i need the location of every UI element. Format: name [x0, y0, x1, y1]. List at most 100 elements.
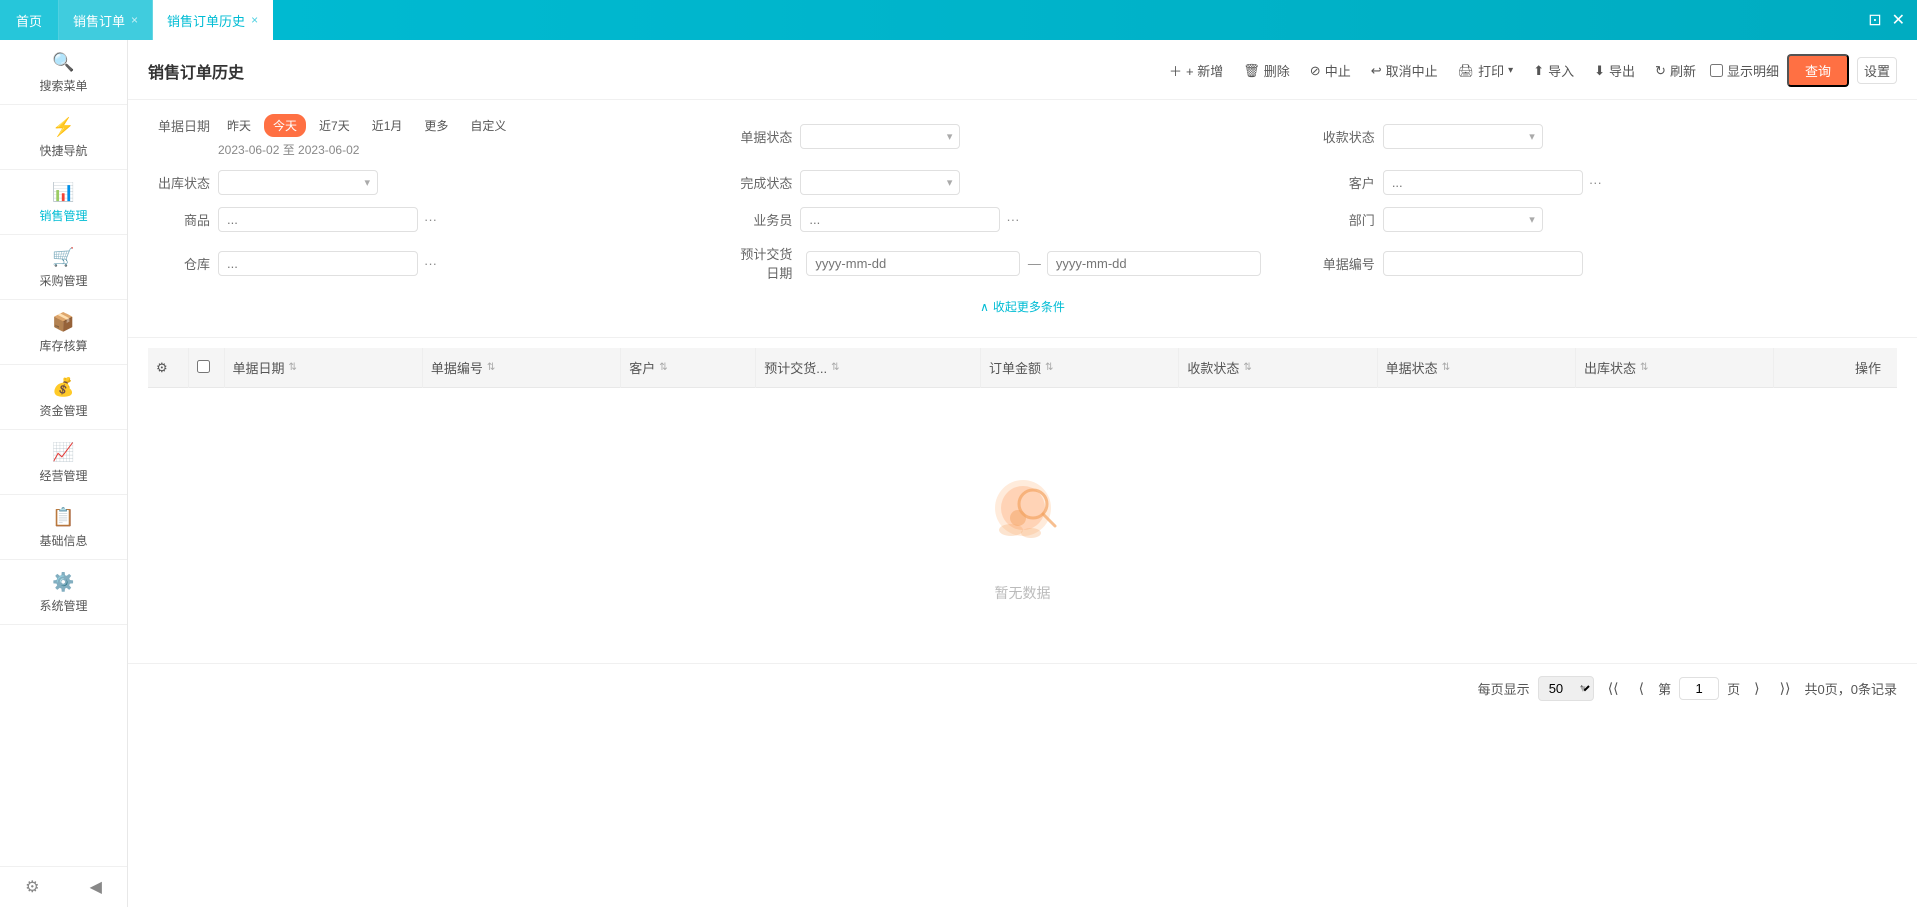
sidebar-item-finance[interactable]: 💰 资金管理: [0, 365, 127, 430]
tab-sales-order-history[interactable]: 销售订单历史 ×: [153, 0, 273, 40]
department-select-wrapper: [1383, 207, 1543, 232]
collapse-bar[interactable]: ∧ 收起更多条件: [148, 294, 1897, 323]
sidebar-item-basic-info-label: 基础信息: [39, 532, 87, 549]
col-date[interactable]: 单据日期 ⇅: [224, 348, 422, 388]
date-btn-7days[interactable]: 近7天: [310, 114, 359, 137]
sidebar-item-sys-mgmt[interactable]: ⚙️ 系统管理: [0, 560, 127, 625]
page-title: 销售订单历史: [148, 59, 244, 83]
filter-row-4: 仓库 ··· 预计交货日期 📅 — 📅: [148, 244, 1897, 282]
query-button[interactable]: 查询: [1787, 54, 1849, 87]
sidebar: 🔍 搜索菜单 ⚡ 快捷导航 📊 销售管理 🛒 采购管理 📦 库存核算 💰 资金管…: [0, 40, 128, 907]
tab-sales-order-history-close[interactable]: ×: [251, 13, 258, 27]
col-customer[interactable]: 客户 ⇅: [621, 348, 756, 388]
pagination-bar: 每页显示 10 20 50 100 ⟨⟨ ⟨ 第 页 ⟩ ⟩⟩ 共0页，0条记录: [128, 663, 1917, 713]
data-table: ⚙ 单据日期 ⇅: [148, 348, 1897, 643]
per-page-select[interactable]: 10 20 50 100: [1538, 676, 1594, 701]
new-button[interactable]: ＋ + 新增: [1163, 58, 1229, 83]
col-settings-icon[interactable]: ⚙: [156, 360, 168, 375]
col-date-sort-icon: ⇅: [289, 362, 297, 373]
first-page-btn[interactable]: ⟨⟨: [1602, 678, 1625, 699]
finance-icon: 💰: [52, 377, 74, 398]
print-dropdown-icon: ▾: [1508, 65, 1513, 76]
customer-more-btn[interactable]: ···: [1583, 173, 1608, 192]
salesperson-more-btn[interactable]: ···: [1000, 210, 1025, 229]
col-doc-status[interactable]: 单据状态 ⇅: [1377, 348, 1575, 388]
date-btn-today[interactable]: 今天: [264, 114, 306, 137]
col-amount[interactable]: 订单金额 ⇅: [980, 348, 1178, 388]
warehouse-input[interactable]: [218, 251, 418, 276]
import-button[interactable]: ⬆ 导入: [1527, 58, 1580, 83]
out-status-select[interactable]: [218, 170, 378, 195]
doc-status-select-wrapper: [800, 124, 960, 149]
window-restore[interactable]: ⊡: [1868, 10, 1881, 30]
top-bar: 首页 销售订单 × 销售订单历史 × OfTEn ⊡ ✕: [0, 0, 1917, 40]
tab-sales-order[interactable]: 销售订单 ×: [59, 0, 153, 40]
export-button[interactable]: ⬇ 导出: [1588, 58, 1641, 83]
empty-row: 暂无数据: [148, 388, 1897, 644]
sidebar-item-search-menu[interactable]: 🔍 搜索菜单: [0, 40, 127, 105]
prev-page-btn[interactable]: ⟨: [1633, 678, 1650, 699]
customer-input[interactable]: [1383, 170, 1583, 195]
date-btn-1month[interactable]: 近1月: [363, 114, 412, 137]
payment-status-select[interactable]: [1383, 124, 1543, 149]
sidebar-settings-icon[interactable]: ⚙: [25, 877, 39, 897]
salesperson-input[interactable]: [800, 207, 1000, 232]
cancel-stop-button[interactable]: ↩ 取消中止: [1365, 58, 1444, 83]
col-amount-label: 订单金额: [989, 358, 1041, 377]
col-customer-sort-icon: ⇅: [659, 362, 667, 373]
sidebar-item-inventory[interactable]: 📦 库存核算: [0, 300, 127, 365]
complete-status-select[interactable]: [800, 170, 960, 195]
delete-button[interactable]: 🗑 删除: [1237, 58, 1296, 83]
tab-home[interactable]: 首页: [0, 0, 59, 40]
doc-status-select[interactable]: [800, 124, 960, 149]
stop-button[interactable]: ⊘ 中止: [1304, 58, 1357, 83]
last-page-btn[interactable]: ⟩⟩: [1774, 678, 1797, 699]
quick-nav-icon: ⚡: [52, 117, 74, 138]
delivery-date-end[interactable]: [1047, 251, 1261, 276]
sidebar-item-sys-mgmt-label: 系统管理: [39, 597, 87, 614]
product-more-btn[interactable]: ···: [418, 210, 443, 229]
delivery-date-start[interactable]: [806, 251, 1020, 276]
window-close[interactable]: ✕: [1892, 10, 1905, 30]
warehouse-more-btn[interactable]: ···: [418, 254, 443, 273]
sidebar-item-operations[interactable]: 📈 经营管理: [0, 430, 127, 495]
collapse-text: 收起更多条件: [993, 298, 1065, 315]
sidebar-collapse-icon[interactable]: ◀: [90, 877, 102, 897]
display-detail-checkbox[interactable]: [1710, 64, 1723, 77]
print-button[interactable]: 🖨 打印 ▾: [1452, 58, 1520, 83]
delivery-date-start-group: 📅: [806, 251, 1021, 276]
date-btn-more[interactable]: 更多: [415, 114, 457, 137]
date-btn-yesterday[interactable]: 昨天: [218, 114, 260, 137]
display-detail-toggle[interactable]: 显示明细: [1710, 61, 1779, 80]
sidebar-item-search-menu-label: 搜索菜单: [39, 77, 87, 94]
col-number[interactable]: 单据编号 ⇅: [422, 348, 620, 388]
date-btn-custom[interactable]: 自定义: [461, 114, 515, 137]
col-checkbox[interactable]: [188, 348, 224, 388]
col-delivery[interactable]: 预计交货... ⇅: [756, 348, 981, 388]
settings-button[interactable]: 设置: [1857, 57, 1897, 84]
empty-state: 暂无数据: [148, 388, 1897, 643]
col-delivery-sort-icon: ⇅: [831, 362, 839, 373]
col-out-status[interactable]: 出库状态 ⇅: [1576, 348, 1774, 388]
filter-row-1: 单据日期 昨天 今天 近7天 近1月 更多 自定义 2023-06-: [148, 114, 1897, 158]
cancel-stop-icon: ↩: [1371, 63, 1382, 79]
salesperson-label: 业务员: [730, 210, 800, 229]
import-label: 导入: [1548, 61, 1574, 80]
sidebar-item-sales-mgmt[interactable]: 📊 销售管理: [0, 170, 127, 235]
select-all-checkbox[interactable]: [197, 360, 210, 373]
sidebar-item-purchase-mgmt[interactable]: 🛒 采购管理: [0, 235, 127, 300]
print-icon: 🖨: [1458, 63, 1475, 79]
sidebar-item-basic-info[interactable]: 📋 基础信息: [0, 495, 127, 560]
product-input[interactable]: [218, 207, 418, 232]
operations-icon: 📈: [52, 442, 74, 463]
doc-number-input[interactable]: [1383, 251, 1583, 276]
page-input[interactable]: [1679, 677, 1719, 700]
col-payment-status[interactable]: 收款状态 ⇅: [1179, 348, 1377, 388]
tab-sales-order-close[interactable]: ×: [131, 13, 138, 27]
refresh-button[interactable]: ↻ 刷新: [1649, 58, 1702, 83]
next-page-btn[interactable]: ⟩: [1748, 678, 1765, 699]
col-settings[interactable]: ⚙: [148, 348, 188, 388]
doc-number-label: 单据编号: [1313, 254, 1383, 273]
department-select[interactable]: [1383, 207, 1543, 232]
sidebar-item-quick-nav[interactable]: ⚡ 快捷导航: [0, 105, 127, 170]
